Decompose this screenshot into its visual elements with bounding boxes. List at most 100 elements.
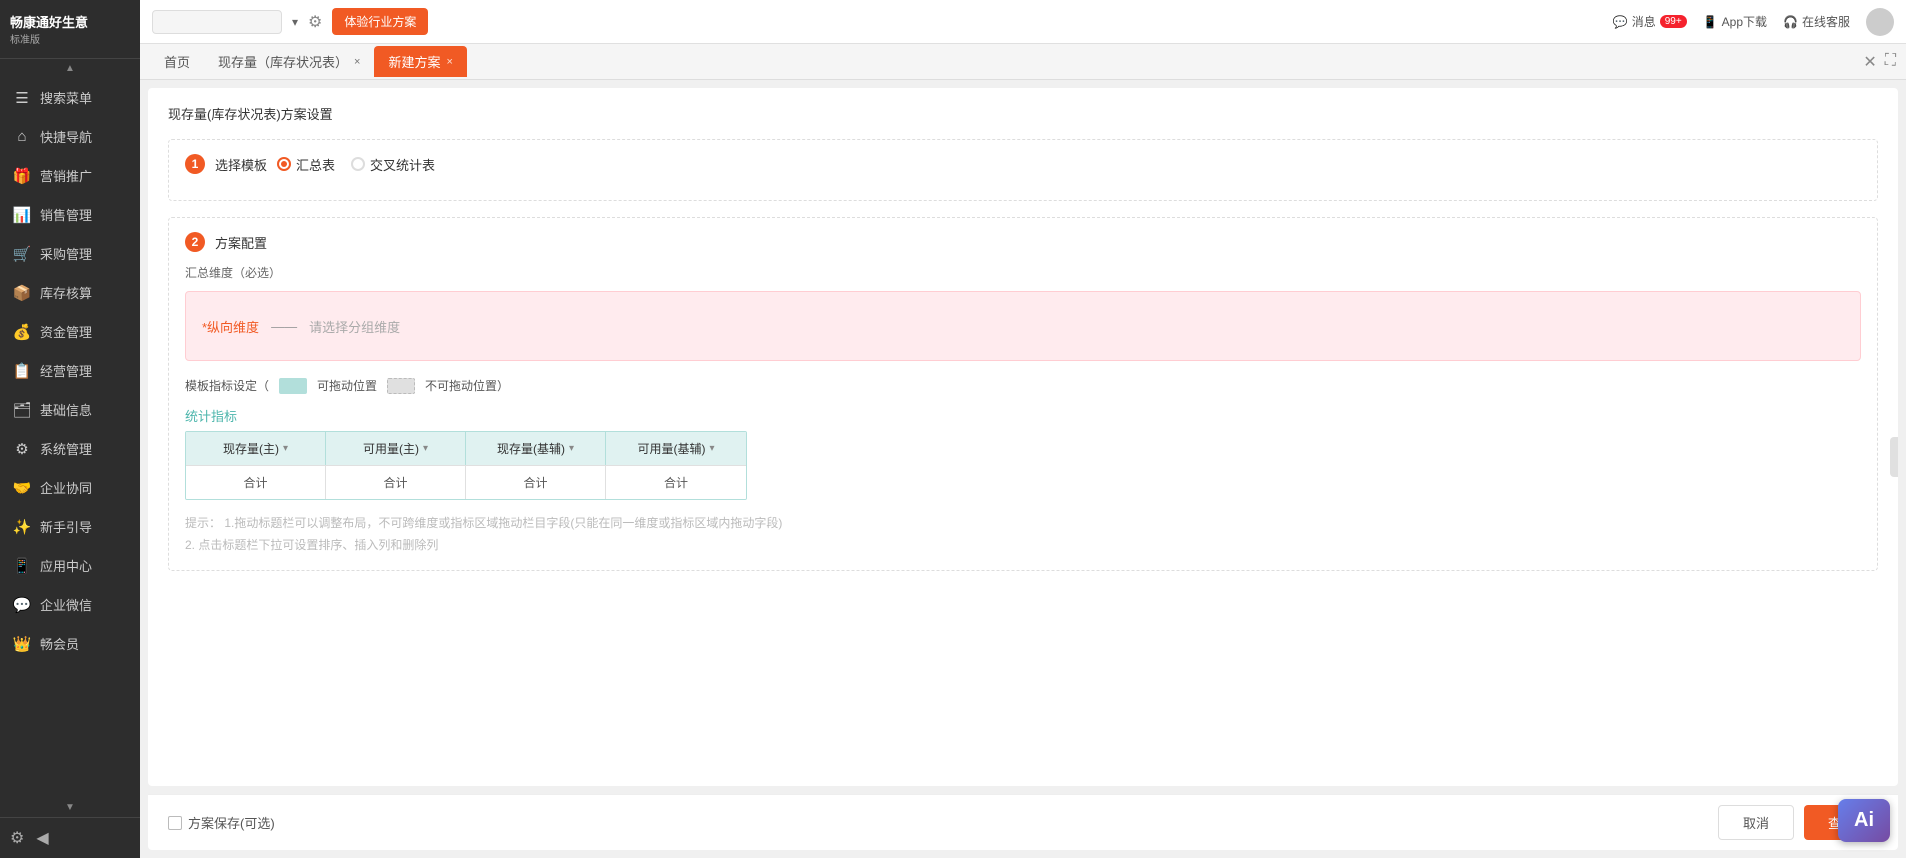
app-download-item[interactable]: 📱 App下载 — [1703, 13, 1767, 30]
sidebar-item-enterprise[interactable]: 🤝 企业协同 — [0, 468, 140, 507]
settings-icon[interactable]: ⚙ — [10, 828, 24, 848]
sidebar-item-search-menu[interactable]: ☰ 搜索菜单 — [0, 78, 140, 117]
sidebar-item-label: 搜索菜单 — [40, 88, 92, 107]
not-draggable-label: 不可拖动位置） — [425, 377, 509, 394]
online-service-label: 在线客服 — [1802, 13, 1850, 30]
tip-1: 提示： 1.拖动标题栏可以调整布局，不可跨维度或指标区域拖动栏目字段(只能在同一… — [185, 513, 1861, 535]
sidebar-item-finance[interactable]: 💰 资金管理 — [0, 312, 140, 351]
tab-new-plan[interactable]: 新建方案 × — [374, 46, 466, 77]
sidebar-item-label: 经营管理 — [40, 361, 92, 380]
tip-2: 2. 点击标题栏下拉可设置排序、插入列和删除列 — [185, 535, 1861, 557]
tab-inventory-status[interactable]: 现存量（库存状况表） × — [204, 46, 374, 77]
tabbar-right: ✕ ⛶ — [1863, 52, 1896, 72]
tab-new-plan-close[interactable]: × — [446, 56, 452, 68]
stats-header-col-0[interactable]: 现存量(主) ▾ — [186, 432, 326, 465]
quick-nav-icon: ⌂ — [12, 128, 32, 145]
draggable-label: 可拖动位置 — [317, 377, 377, 394]
app-center-icon: 📱 — [12, 557, 32, 575]
sidebar-scroll-down[interactable]: ▼ — [0, 798, 140, 817]
tabbar: 首页 现存量（库存状况表） × 新建方案 × ✕ ⛶ — [140, 44, 1906, 80]
stats-header-col-1[interactable]: 可用量(主) ▾ — [326, 432, 466, 465]
message-item[interactable]: 💬 消息 99+ — [1613, 13, 1687, 30]
section2-num: 2 — [185, 232, 205, 252]
sales-icon: 📊 — [12, 206, 32, 224]
sidebar-item-label: 企业微信 — [40, 595, 92, 614]
template-setting-label: 模板指标设定（ — [185, 377, 269, 394]
sidebar-item-marketing[interactable]: 🎁 营销推广 — [0, 156, 140, 195]
sidebar-item-purchase[interactable]: 🛒 采购管理 — [0, 234, 140, 273]
chevron-down-icon-1[interactable]: ▾ — [423, 443, 428, 454]
tab-home[interactable]: 首页 — [150, 46, 204, 77]
stats-body-col-3: 合计 — [606, 465, 746, 499]
section2-title: 方案配置 — [215, 233, 267, 252]
topbar-right: 💬 消息 99+ 📱 App下载 🎧 在线客服 — [1613, 8, 1894, 36]
sidebar-item-app-center[interactable]: 📱 应用中心 — [0, 546, 140, 585]
sidebar-item-label: 库存核算 — [40, 283, 92, 302]
stats-body-row: 合计 合计 合计 合计 — [186, 465, 746, 499]
stats-header-label-3: 可用量(基辅) — [637, 440, 705, 457]
chevron-down-icon-3[interactable]: ▾ — [709, 443, 714, 454]
collapse-icon[interactable]: ◀ — [36, 828, 48, 848]
message-label: 消息 — [1632, 13, 1656, 30]
stats-header-label-1: 可用量(主) — [363, 440, 419, 457]
tab-new-plan-label: 新建方案 — [388, 52, 440, 71]
section1-num: 1 — [185, 154, 205, 174]
topbar-search-input[interactable] — [152, 10, 282, 34]
stats-header-row: 现存量(主) ▾ 可用量(主) ▾ 现存量(基辅) ▾ 可用量(基辅) ▾ — [186, 432, 746, 465]
save-checkbox[interactable] — [168, 816, 182, 830]
inventory-icon: 📦 — [12, 284, 32, 302]
search-menu-icon: ☰ — [12, 89, 32, 107]
online-service-item[interactable]: 🎧 在线客服 — [1783, 13, 1850, 30]
sidebar-item-sales[interactable]: 📊 销售管理 — [0, 195, 140, 234]
sidebar-item-quick-nav[interactable]: ⌂ 快捷导航 — [0, 117, 140, 156]
expand-panel-icon[interactable]: ⛶ — [1885, 52, 1896, 72]
sidebar-item-inventory[interactable]: 📦 库存核算 — [0, 273, 140, 312]
ai-button[interactable]: Ai — [1838, 799, 1890, 842]
stats-header-col-3[interactable]: 可用量(基辅) ▾ — [606, 432, 746, 465]
radio-summary[interactable]: 汇总表 — [277, 155, 335, 174]
member-icon: 👑 — [12, 635, 32, 653]
stats-header-col-2[interactable]: 现存量(基辅) ▾ — [466, 432, 606, 465]
sidebar-item-wechat[interactable]: 💬 企业微信 — [0, 585, 140, 624]
sidebar: 畅康通好生意 标准版 ▲ ☰ 搜索菜单 ⌂ 快捷导航 🎁 营销推广 📊 销售管理… — [0, 0, 140, 858]
tab-inventory-label: 现存量（库存状况表） — [218, 52, 348, 71]
main-area: ▾ ⚙ 体验行业方案 💬 消息 99+ 📱 App下载 🎧 在线客服 首页 现存… — [140, 0, 1906, 858]
tab-inventory-close[interactable]: × — [354, 56, 360, 68]
enterprise-icon: 🤝 — [12, 479, 32, 497]
cancel-button[interactable]: 取消 — [1718, 805, 1794, 840]
dim-area[interactable]: *纵向维度 —— 请选择分组维度 — [185, 291, 1861, 361]
sidebar-item-base-info[interactable]: 🗂 基础信息 — [0, 390, 140, 429]
sidebar-item-label: 采购管理 — [40, 244, 92, 263]
app-download-icon: 📱 — [1703, 15, 1718, 29]
page-content: 现存量(库存状况表)方案设置 1 选择模板 汇总表 交叉统计表 — [148, 88, 1898, 786]
sidebar-item-member[interactable]: 👑 畅会员 — [0, 624, 140, 663]
section2-header: 2 方案配置 — [185, 232, 1861, 252]
sidebar-item-operations[interactable]: 📋 经营管理 — [0, 351, 140, 390]
section1-title: 选择模板 — [215, 155, 267, 174]
sidebar-item-new-guide[interactable]: ✨ 新手引导 — [0, 507, 140, 546]
purchase-icon: 🛒 — [12, 245, 32, 263]
sidebar-item-label: 新手引导 — [40, 517, 92, 536]
right-panel-handle[interactable] — [1890, 437, 1898, 477]
trial-btn[interactable]: 体验行业方案 — [332, 8, 428, 35]
sidebar-item-label: 资金管理 — [40, 322, 92, 341]
user-avatar[interactable] — [1866, 8, 1894, 36]
system-icon: ⚙ — [12, 440, 32, 458]
template-radio-group: 汇总表 交叉统计表 — [277, 155, 435, 174]
sidebar-item-system[interactable]: ⚙ 系统管理 — [0, 429, 140, 468]
stats-body-col-1: 合计 — [326, 465, 466, 499]
save-option: 方案保存(可选) — [168, 813, 275, 832]
chevron-down-icon-2[interactable]: ▾ — [569, 443, 574, 454]
radio-crosstab-dot — [351, 157, 365, 171]
chevron-down-icon-0[interactable]: ▾ — [283, 443, 288, 454]
close-panel-icon[interactable]: ✕ — [1863, 52, 1876, 72]
sidebar-scroll-up[interactable]: ▲ — [0, 59, 140, 78]
base-info-icon: 🗂 — [12, 401, 32, 419]
app-subtitle: 标准版 — [10, 31, 130, 46]
topbar-gear-icon[interactable]: ⚙ — [308, 12, 322, 32]
radio-crosstab[interactable]: 交叉统计表 — [351, 155, 435, 174]
dim-arrow: —— — [271, 319, 297, 334]
message-icon: 💬 — [1613, 15, 1628, 29]
sidebar-item-label: 系统管理 — [40, 439, 92, 458]
topbar-dropdown-icon[interactable]: ▾ — [292, 15, 298, 29]
